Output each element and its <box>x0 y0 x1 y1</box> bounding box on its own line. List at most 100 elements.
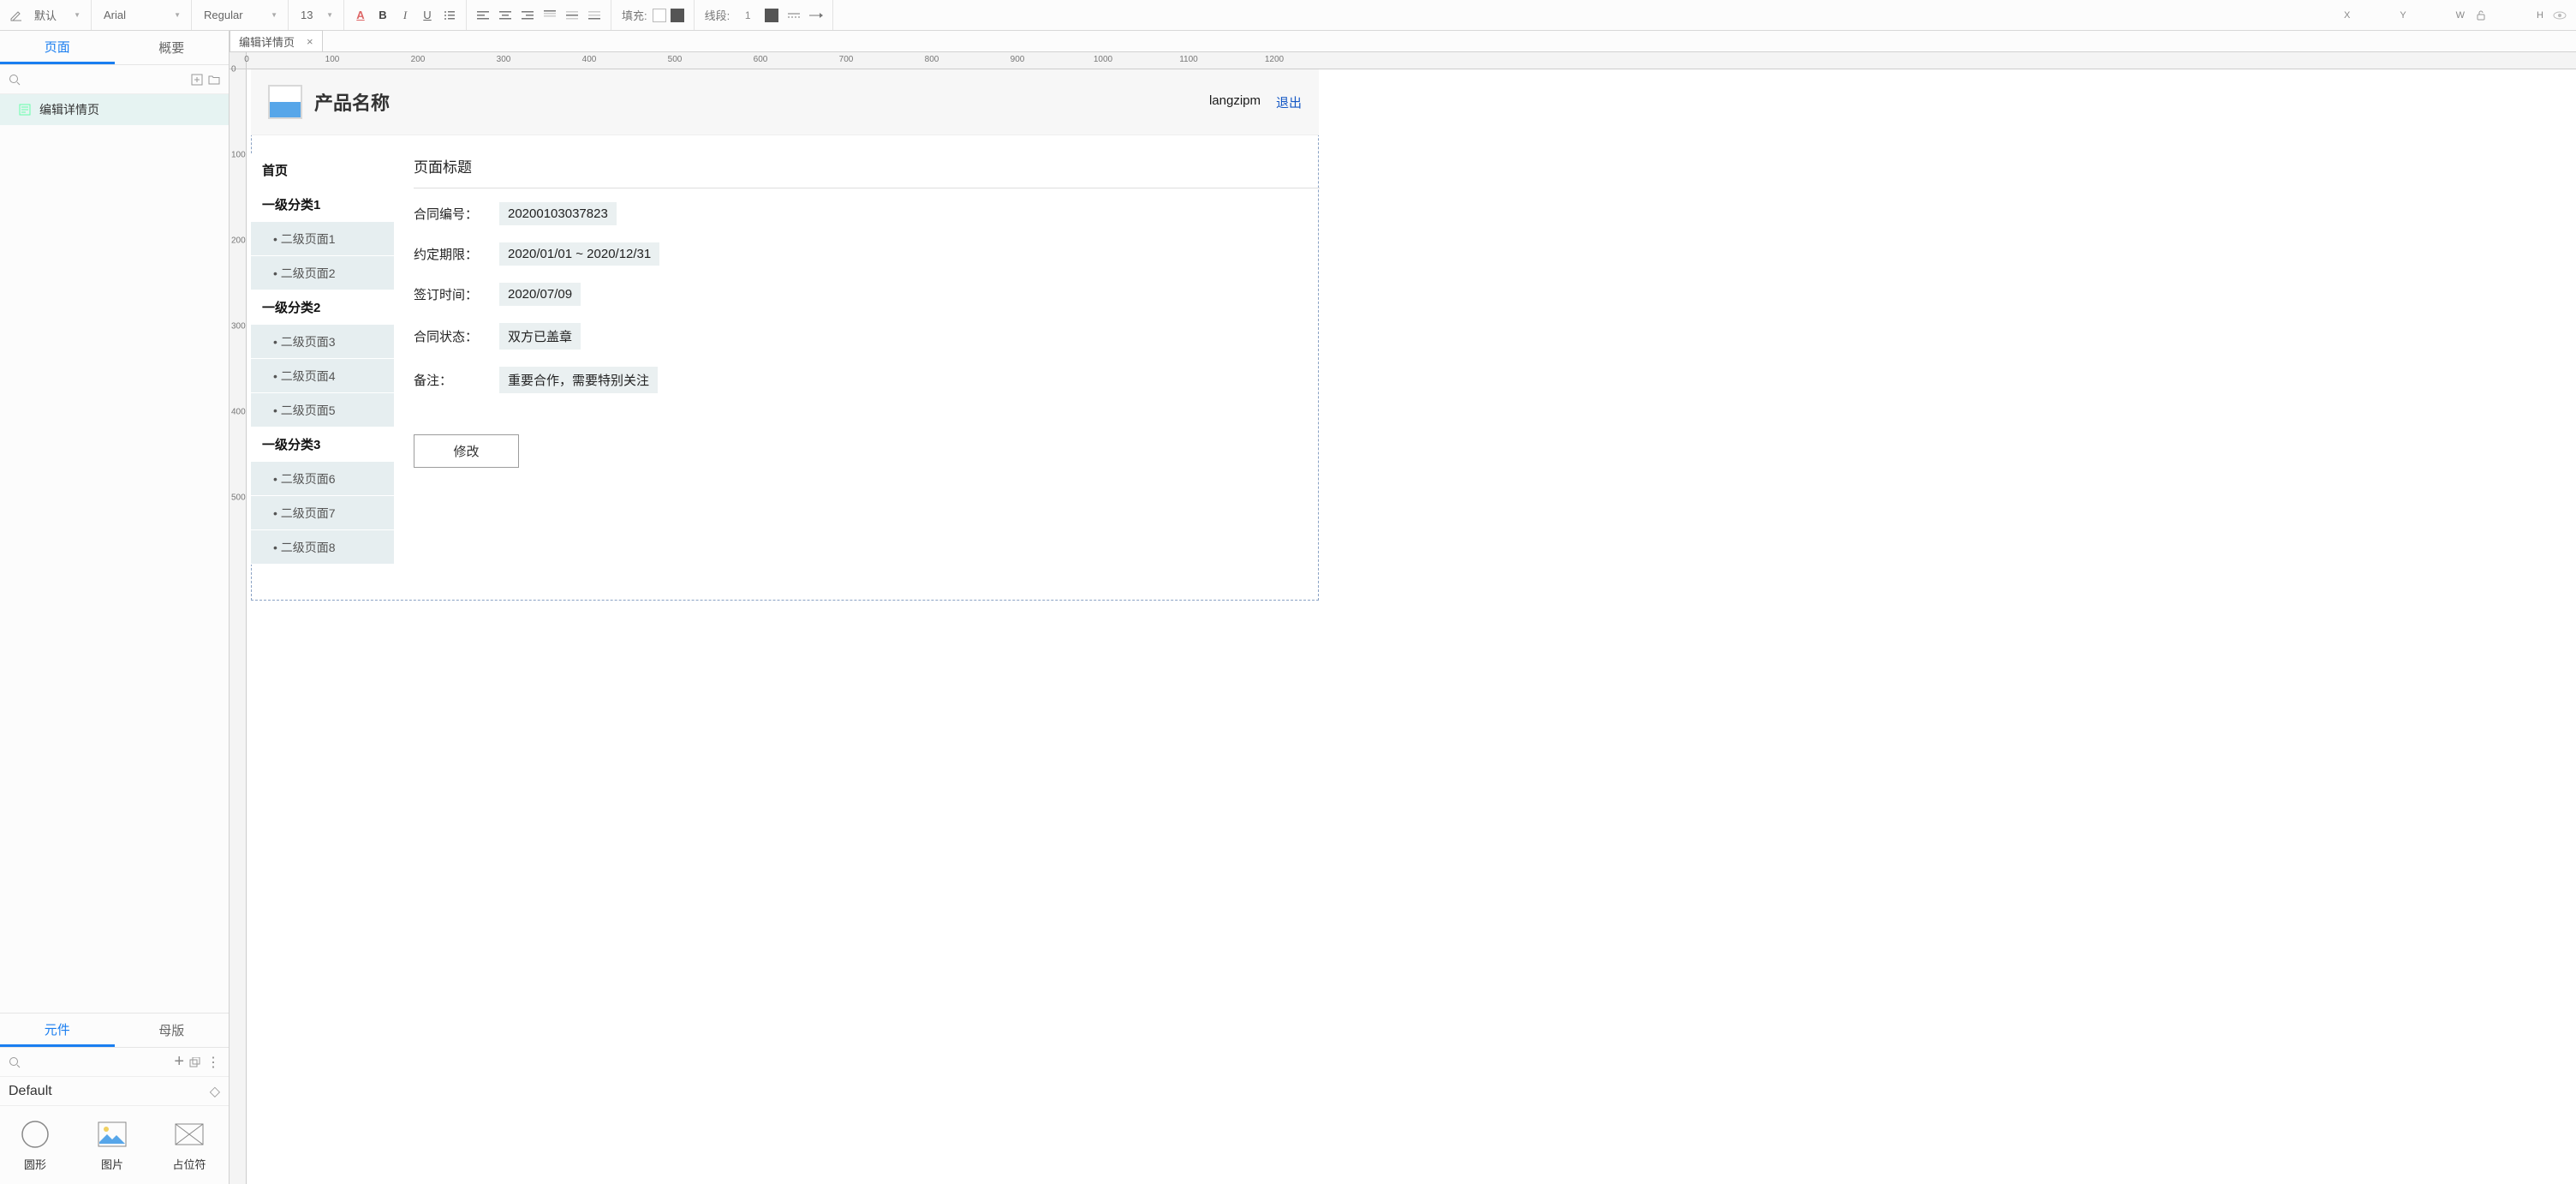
nav-home[interactable]: 首页 <box>251 153 394 188</box>
fill-gradient-icon[interactable] <box>666 4 689 27</box>
nav-group-0[interactable]: 一级分类1 <box>251 188 394 222</box>
ruler-tick: 1000 <box>1094 55 1112 64</box>
ruler-tick: 0 <box>231 65 236 75</box>
w-input[interactable] <box>2412 6 2454 25</box>
detail-value: 重要合作，需要特别关注 <box>499 367 658 393</box>
bullet-list-icon[interactable] <box>438 4 461 27</box>
nav-item-0-0[interactable]: • 二级页面1 <box>251 222 394 256</box>
font-color-icon[interactable]: A <box>349 4 372 27</box>
library-options-icon[interactable] <box>189 1057 201 1067</box>
align-top-icon[interactable] <box>539 4 561 27</box>
widget-image[interactable]: 图片 <box>82 1118 142 1172</box>
nav-item-2-0[interactable]: • 二级页面6 <box>251 462 394 496</box>
nav-item-1-0[interactable]: • 二级页面3 <box>251 325 394 359</box>
w-label: W <box>2456 10 2465 21</box>
ruler-tick: 500 <box>231 493 246 503</box>
h-input[interactable] <box>2492 6 2535 25</box>
logout-link[interactable]: 退出 <box>1276 93 1302 111</box>
page-tree-item[interactable]: 编辑详情页 <box>0 94 229 125</box>
nav-group-1[interactable]: 一级分类2 <box>251 290 394 325</box>
widget-placeholder[interactable]: 占位符 <box>159 1118 219 1172</box>
font-size-dropdown[interactable]: 13 ▼ <box>294 5 338 26</box>
align-left-icon[interactable] <box>472 4 494 27</box>
library-name: Default <box>9 1084 52 1099</box>
tab-outline[interactable]: 概要 <box>115 31 230 64</box>
fill-color-swatch[interactable] <box>653 9 666 22</box>
align-bottom-icon[interactable] <box>583 4 605 27</box>
page-icon <box>19 104 31 116</box>
widget-ellipse[interactable]: 圆形 <box>5 1118 65 1172</box>
ruler-tick: 400 <box>582 55 597 64</box>
chevron-down-icon: ▼ <box>326 11 333 19</box>
modify-button[interactable]: 修改 <box>414 434 519 468</box>
ruler-tick: 300 <box>231 322 246 332</box>
x-input[interactable] <box>2299 6 2342 25</box>
line-label: 线段: <box>700 7 736 23</box>
tab-masters[interactable]: 母版 <box>115 1014 230 1047</box>
font-dropdown[interactable]: Arial ▼ <box>97 5 186 26</box>
widgets-search-input[interactable] <box>26 1055 77 1068</box>
ruler-tick: 700 <box>839 55 854 64</box>
add-folder-icon[interactable] <box>208 75 220 85</box>
lock-aspect-icon[interactable] <box>2470 4 2492 27</box>
page-title: 页面标题 <box>414 153 1320 188</box>
ruler-tick: 800 <box>925 55 939 64</box>
product-title: 产品名称 <box>314 88 390 116</box>
y-input[interactable] <box>2355 6 2398 25</box>
nav-item-1-2[interactable]: • 二级页面5 <box>251 393 394 428</box>
line-width-input[interactable] <box>735 6 760 25</box>
design-area: 编辑详情页 × 01002003004005006007008009001000… <box>230 31 2576 1184</box>
more-icon[interactable]: ⋮ <box>206 1054 220 1071</box>
font-dropdown-label: Arial <box>104 9 126 21</box>
ruler-tick: 1100 <box>1179 55 1198 64</box>
ruler-tick: 300 <box>497 55 511 64</box>
detail-key: 签订时间： <box>414 285 499 303</box>
library-expand-icon[interactable]: ◇ <box>210 1083 220 1100</box>
chevron-down-icon: ▼ <box>271 11 277 19</box>
ruler-tick: 200 <box>231 236 246 246</box>
line-style-icon[interactable] <box>783 4 805 27</box>
nav-item-0-1[interactable]: • 二级页面2 <box>251 256 394 290</box>
nav-group-2[interactable]: 一级分类3 <box>251 428 394 462</box>
search-icon[interactable] <box>9 1056 21 1068</box>
underline-icon[interactable]: U <box>416 4 438 27</box>
detail-key: 合同编号： <box>414 205 499 223</box>
widget-label: 占位符 <box>172 1156 206 1172</box>
ruler-tick: 500 <box>668 55 683 64</box>
line-arrow-icon[interactable] <box>805 4 827 27</box>
nav-item-1-1[interactable]: • 二级页面4 <box>251 359 394 393</box>
mock-content: 页面标题 合同编号：20200103037823约定期限：2020/01/01 … <box>414 153 1320 565</box>
ruler-tick: 0 <box>244 55 249 64</box>
detail-key: 约定期限： <box>414 245 499 263</box>
add-page-icon[interactable] <box>191 74 203 86</box>
chevron-down-icon: ▼ <box>74 11 80 19</box>
username-label: langzipm <box>1209 93 1261 111</box>
style-dropdown[interactable]: 默认 ▼ <box>27 5 86 26</box>
edit-style-icon[interactable] <box>5 4 27 27</box>
align-right-icon[interactable] <box>516 4 539 27</box>
ruler-tick: 200 <box>411 55 426 64</box>
align-center-icon[interactable] <box>494 4 516 27</box>
pages-outline-tabs: 页面 概要 <box>0 31 229 65</box>
tab-widgets[interactable]: 元件 <box>0 1014 115 1047</box>
add-library-icon[interactable]: + <box>174 1052 184 1072</box>
ruler-tick: 100 <box>231 151 246 160</box>
mock-header: 产品名称 langzipm 退出 <box>251 69 1319 135</box>
canvas[interactable]: 产品名称 langzipm 退出 首页一级分类1• 二级页面1• 二级页面2一级… <box>247 69 2576 1184</box>
font-weight-dropdown[interactable]: Regular ▼ <box>197 5 283 26</box>
y-label: Y <box>2400 10 2406 21</box>
document-tab[interactable]: 编辑详情页 × <box>230 30 323 51</box>
nav-item-2-1[interactable]: • 二级页面7 <box>251 496 394 530</box>
close-tab-icon[interactable]: × <box>307 35 313 48</box>
nav-item-2-2[interactable]: • 二级页面8 <box>251 530 394 565</box>
detail-value: 2020/01/01 ~ 2020/12/31 <box>499 242 659 266</box>
bold-icon[interactable]: B <box>372 4 394 27</box>
italic-icon[interactable]: I <box>394 4 416 27</box>
align-middle-icon[interactable] <box>561 4 583 27</box>
tab-pages[interactable]: 页面 <box>0 31 115 64</box>
line-color-icon[interactable] <box>760 4 783 27</box>
search-icon[interactable] <box>9 74 21 86</box>
fill-label: 填充: <box>617 7 653 23</box>
pages-search-input[interactable] <box>26 73 77 86</box>
visibility-icon[interactable] <box>2549 4 2571 27</box>
